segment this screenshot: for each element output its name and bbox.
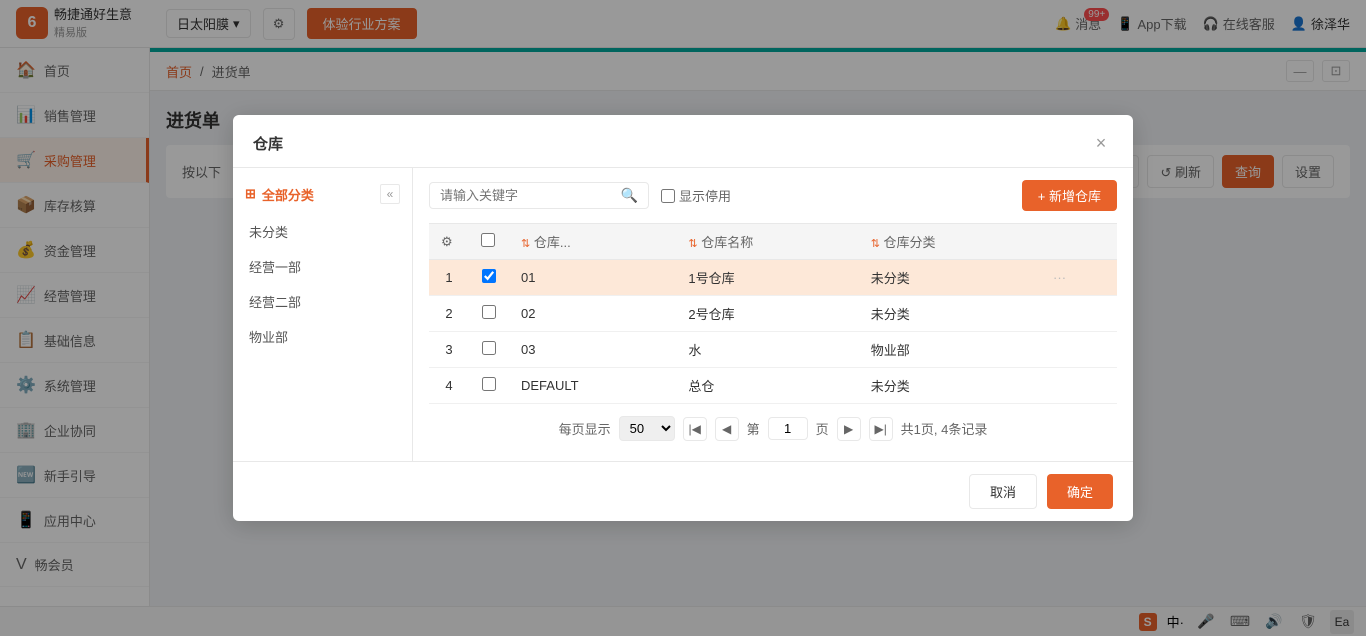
grid-icon: ⊞ — [245, 186, 256, 202]
prev-page-button[interactable]: ◀ — [715, 417, 739, 441]
row-checkbox-cell[interactable] — [469, 332, 509, 368]
category-item-property[interactable]: 物业部 — [233, 319, 412, 354]
sort-icon-cat: ⇅ — [871, 238, 880, 250]
category-item-dept1[interactable]: 经营一部 — [233, 249, 412, 284]
row-checkbox[interactable] — [482, 341, 496, 355]
row-more[interactable] — [1041, 296, 1117, 332]
table-row[interactable]: 4 DEFAULT 总仓 未分类 — [429, 368, 1117, 404]
category-sidebar: ⊞ 全部分类 « 未分类 经营一部 经营二部 物业部 — [233, 168, 413, 461]
add-warehouse-button[interactable]: + 新增仓库 — [1022, 180, 1117, 211]
all-categories-button[interactable]: ⊞ 全部分类 — [245, 185, 314, 204]
search-icon: 🔍 — [621, 187, 638, 204]
warehouse-table-wrapper: ⚙ ⇅ 仓库... ⇅ — [429, 223, 1117, 404]
sort-icon-name: ⇅ — [688, 238, 697, 250]
modal-toolbar: 🔍 显示停用 + 新增仓库 — [429, 180, 1117, 211]
row-more[interactable] — [1041, 368, 1117, 404]
row-category: 物业部 — [859, 332, 1041, 368]
row-code: 03 — [509, 332, 676, 368]
page-number-input[interactable] — [768, 417, 808, 440]
row-checkbox[interactable] — [482, 377, 496, 391]
row-name: 总仓 — [676, 368, 858, 404]
row-checkbox-cell[interactable] — [469, 296, 509, 332]
row-number: 2 — [429, 296, 469, 332]
row-name: 2号仓库 — [676, 296, 858, 332]
modal-close-button[interactable]: × — [1089, 131, 1113, 155]
more-icon[interactable]: ··· — [1053, 270, 1066, 285]
row-checkbox-cell[interactable] — [469, 368, 509, 404]
col-header-settings[interactable]: ⚙ — [429, 224, 469, 260]
pagination: 每页显示 50 20 100 |◀ ◀ 第 页 ▶ ▶| 共1页, 4条记录 — [429, 404, 1117, 449]
select-all-checkbox[interactable] — [481, 233, 495, 247]
modal-body: ⊞ 全部分类 « 未分类 经营一部 经营二部 物业部 — [233, 168, 1133, 461]
row-number: 1 — [429, 260, 469, 296]
collapse-button[interactable]: « — [380, 184, 400, 204]
row-code: 01 — [509, 260, 676, 296]
table-row[interactable]: 1 01 1号仓库 未分类 ··· — [429, 260, 1117, 296]
row-checkbox-cell[interactable] — [469, 260, 509, 296]
category-header: ⊞ 全部分类 « — [233, 178, 412, 214]
row-checkbox[interactable] — [482, 269, 496, 283]
row-code: DEFAULT — [509, 368, 676, 404]
col-header-category[interactable]: ⇅ 仓库分类 — [859, 224, 1041, 260]
row-more[interactable] — [1041, 332, 1117, 368]
category-item-dept2[interactable]: 经营二部 — [233, 284, 412, 319]
show-disabled-checkbox[interactable] — [661, 189, 675, 203]
row-number: 3 — [429, 332, 469, 368]
col-header-code[interactable]: ⇅ 仓库... — [509, 224, 676, 260]
modal-footer: 取消 确定 — [233, 461, 1133, 521]
search-box: 🔍 — [429, 182, 649, 209]
per-page-select[interactable]: 50 20 100 — [619, 416, 675, 441]
sort-icon-code: ⇅ — [521, 238, 530, 250]
search-input[interactable] — [440, 188, 621, 203]
row-category: 未分类 — [859, 260, 1041, 296]
warehouse-modal: 仓库 × ⊞ 全部分类 « 未分类 经营一部 — [233, 115, 1133, 521]
modal-overlay: 仓库 × ⊞ 全部分类 « 未分类 经营一部 — [0, 0, 1366, 636]
row-code: 02 — [509, 296, 676, 332]
modal-main: 🔍 显示停用 + 新增仓库 ⚙ — [413, 168, 1133, 461]
row-category: 未分类 — [859, 296, 1041, 332]
show-disabled-container: 显示停用 — [661, 186, 731, 205]
table-row[interactable]: 3 03 水 物业部 — [429, 332, 1117, 368]
category-item-uncat[interactable]: 未分类 — [233, 214, 412, 249]
last-page-button[interactable]: ▶| — [869, 417, 893, 441]
row-category: 未分类 — [859, 368, 1041, 404]
first-page-button[interactable]: |◀ — [683, 417, 707, 441]
cancel-button[interactable]: 取消 — [969, 474, 1037, 509]
col-header-name[interactable]: ⇅ 仓库名称 — [676, 224, 858, 260]
warehouse-table: ⚙ ⇅ 仓库... ⇅ — [429, 223, 1117, 404]
col-header-actions — [1041, 224, 1117, 260]
next-page-button[interactable]: ▶ — [837, 417, 861, 441]
row-name: 水 — [676, 332, 858, 368]
col-header-check[interactable] — [469, 224, 509, 260]
row-number: 4 — [429, 368, 469, 404]
row-name: 1号仓库 — [676, 260, 858, 296]
modal-title: 仓库 — [253, 133, 283, 154]
row-more[interactable]: ··· — [1041, 260, 1117, 296]
confirm-button[interactable]: 确定 — [1047, 474, 1113, 509]
row-checkbox[interactable] — [482, 305, 496, 319]
table-row[interactable]: 2 02 2号仓库 未分类 — [429, 296, 1117, 332]
modal-header: 仓库 × — [233, 115, 1133, 168]
